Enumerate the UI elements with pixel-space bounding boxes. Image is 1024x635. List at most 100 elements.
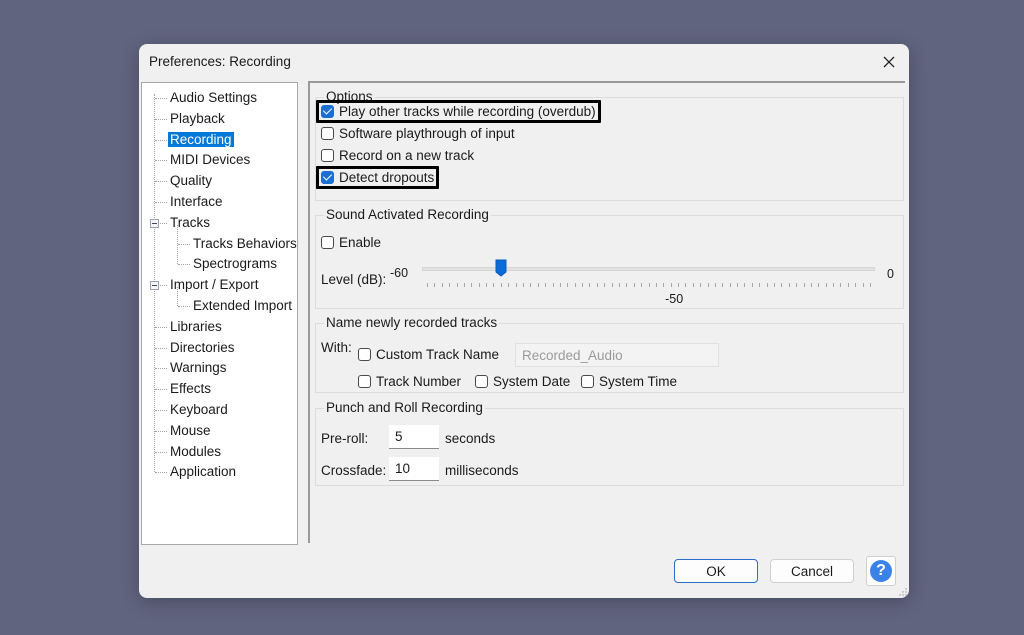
enable-label: Enable [339, 235, 382, 250]
slider-tick [567, 283, 569, 287]
sidebar-item-label: Audio Settings [170, 90, 258, 105]
custom-track-name-input[interactable] [515, 343, 719, 367]
slider-tick [774, 283, 776, 287]
sidebar-item-label: Application [170, 464, 237, 480]
sidebar-item-label: Extended Import [193, 298, 293, 313]
system-time-checkbox[interactable]: System Time [581, 374, 677, 389]
sidebar-item-import-export[interactable]: Import / Export [168, 276, 261, 294]
slider-tick [670, 283, 672, 287]
level-label: Level (dB): [321, 272, 387, 287]
sidebar-item-label: Libraries [170, 318, 222, 334]
sidebar-item-keyboard[interactable]: Keyboard [168, 401, 230, 419]
preferences-tree[interactable]: Audio Settings Playback Recording MIDI Devi… [141, 82, 298, 545]
cancel-button[interactable]: Cancel [770, 559, 854, 583]
slider-tick [862, 283, 864, 287]
sidebar-item-warnings[interactable]: Warnings [168, 359, 229, 377]
custom-track-name-checkbox[interactable]: Custom Track Name [358, 347, 499, 362]
sidebar-item-audio-settings[interactable]: Audio Settings [168, 89, 259, 107]
option-checkbox-play-other-tracks-while-recording-overdub[interactable]: Play other tracks while recording (overd… [321, 104, 596, 119]
resize-grip-icon[interactable] [899, 588, 907, 596]
sidebar-item-modules[interactable]: Modules [168, 443, 223, 461]
option-checkbox-detect-dropouts[interactable]: Detect dropouts [321, 170, 434, 185]
sidebar-item-spectrograms[interactable]: Spectrograms [191, 255, 279, 273]
checkbox-checked-icon[interactable] [321, 105, 334, 118]
enable-checkbox[interactable]: Enable [321, 235, 381, 250]
slider-tick [441, 283, 443, 287]
sidebar-item-playback[interactable]: Playback [168, 110, 227, 128]
sidebar-item-tracks[interactable]: Tracks [168, 214, 212, 232]
slider-max-label: 0 [887, 267, 894, 281]
tree-child-line [177, 224, 178, 244]
track-number-checkbox[interactable]: Track Number [358, 374, 461, 389]
crossfade-label: Crossfade: [321, 463, 387, 478]
slider-tick [722, 283, 724, 287]
sidebar-item-label: Tracks [170, 214, 210, 230]
enable-checkbox-box[interactable] [321, 236, 334, 249]
slider-tick [803, 283, 805, 287]
tree-connector [155, 160, 167, 162]
sidebar-item-extended-import[interactable]: Extended Import [191, 297, 294, 315]
sidebar-item-interface[interactable]: Interface [168, 193, 225, 211]
title-bar[interactable]: Preferences: Recording [139, 44, 909, 80]
option-checkbox-software-playthrough-of-input[interactable]: Software playthrough of input [321, 126, 515, 141]
slider-tick [493, 283, 495, 287]
checkbox-unchecked-icon[interactable] [321, 127, 334, 140]
crossfade-unit: milliseconds [445, 463, 519, 478]
slider-tick [626, 283, 628, 287]
slider-tick [810, 283, 812, 287]
track-number-box[interactable] [358, 375, 371, 388]
slider-tick [729, 283, 731, 287]
sidebar-item-mouse[interactable]: Mouse [168, 422, 213, 440]
sidebar-item-label: Tracks Behaviors [193, 235, 297, 251]
sidebar-item-effects[interactable]: Effects [168, 380, 213, 398]
system-date-checkbox[interactable]: System Date [475, 374, 570, 389]
slider-thumb-shape [495, 259, 507, 277]
tree-collapse-icon[interactable] [150, 218, 159, 228]
sidebar-item-libraries[interactable]: Libraries [168, 318, 224, 336]
tree-connector [178, 306, 190, 307]
tree-connector [155, 139, 167, 141]
preroll-input[interactable] [389, 425, 439, 449]
close-button[interactable] [877, 50, 901, 74]
slider-tick [641, 283, 643, 287]
slider-tick [434, 283, 436, 287]
slider-tick [685, 283, 687, 287]
help-button[interactable]: ? [866, 556, 896, 586]
level-slider-track[interactable] [422, 267, 875, 271]
sidebar-item-label: Playback [170, 110, 225, 126]
system-time-label: System Time [599, 374, 678, 389]
slider-tick [589, 283, 591, 287]
slider-tick [633, 283, 635, 287]
sidebar-item-application[interactable]: Application [168, 463, 238, 481]
tree-connector [178, 264, 190, 266]
checkbox-unchecked-icon[interactable] [321, 149, 334, 162]
sidebar-item-quality[interactable]: Quality [168, 172, 214, 190]
tree-connector [155, 98, 167, 99]
ok-button[interactable]: OK [674, 559, 758, 583]
preroll-unit: seconds [445, 431, 496, 446]
system-date-box[interactable] [475, 375, 488, 388]
window-title: Preferences: Recording [149, 54, 291, 69]
sidebar-item-directories[interactable]: Directories [168, 339, 237, 357]
slider-tick [574, 283, 576, 287]
slider-tick [537, 283, 539, 287]
options-group-title: Options [324, 89, 375, 105]
tree-connector [178, 243, 190, 245]
slider-tick [855, 283, 857, 287]
sidebar-item-label: Warnings [170, 360, 227, 376]
sidebar-item-recording[interactable]: Recording [168, 131, 234, 149]
sidebar-item-tracks-behaviors[interactable]: Tracks Behaviors [191, 235, 299, 253]
sidebar-item-midi-devices[interactable]: MIDI Devices [168, 151, 252, 169]
custom-track-name-box[interactable] [358, 348, 371, 361]
checkbox-checked-icon[interactable] [321, 171, 334, 184]
option-label: Record on a new track [339, 148, 475, 163]
tree-collapse-icon[interactable] [150, 281, 159, 291]
slider-min-label: -60 [390, 266, 409, 280]
system-time-box[interactable] [581, 375, 594, 388]
slider-tick [611, 283, 613, 287]
track-number-label: Track Number [376, 374, 462, 389]
level-slider-thumb[interactable] [495, 259, 507, 277]
crossfade-input[interactable] [389, 457, 439, 481]
slider-tick [471, 283, 473, 287]
option-checkbox-record-on-a-new-track[interactable]: Record on a new track [321, 148, 474, 163]
